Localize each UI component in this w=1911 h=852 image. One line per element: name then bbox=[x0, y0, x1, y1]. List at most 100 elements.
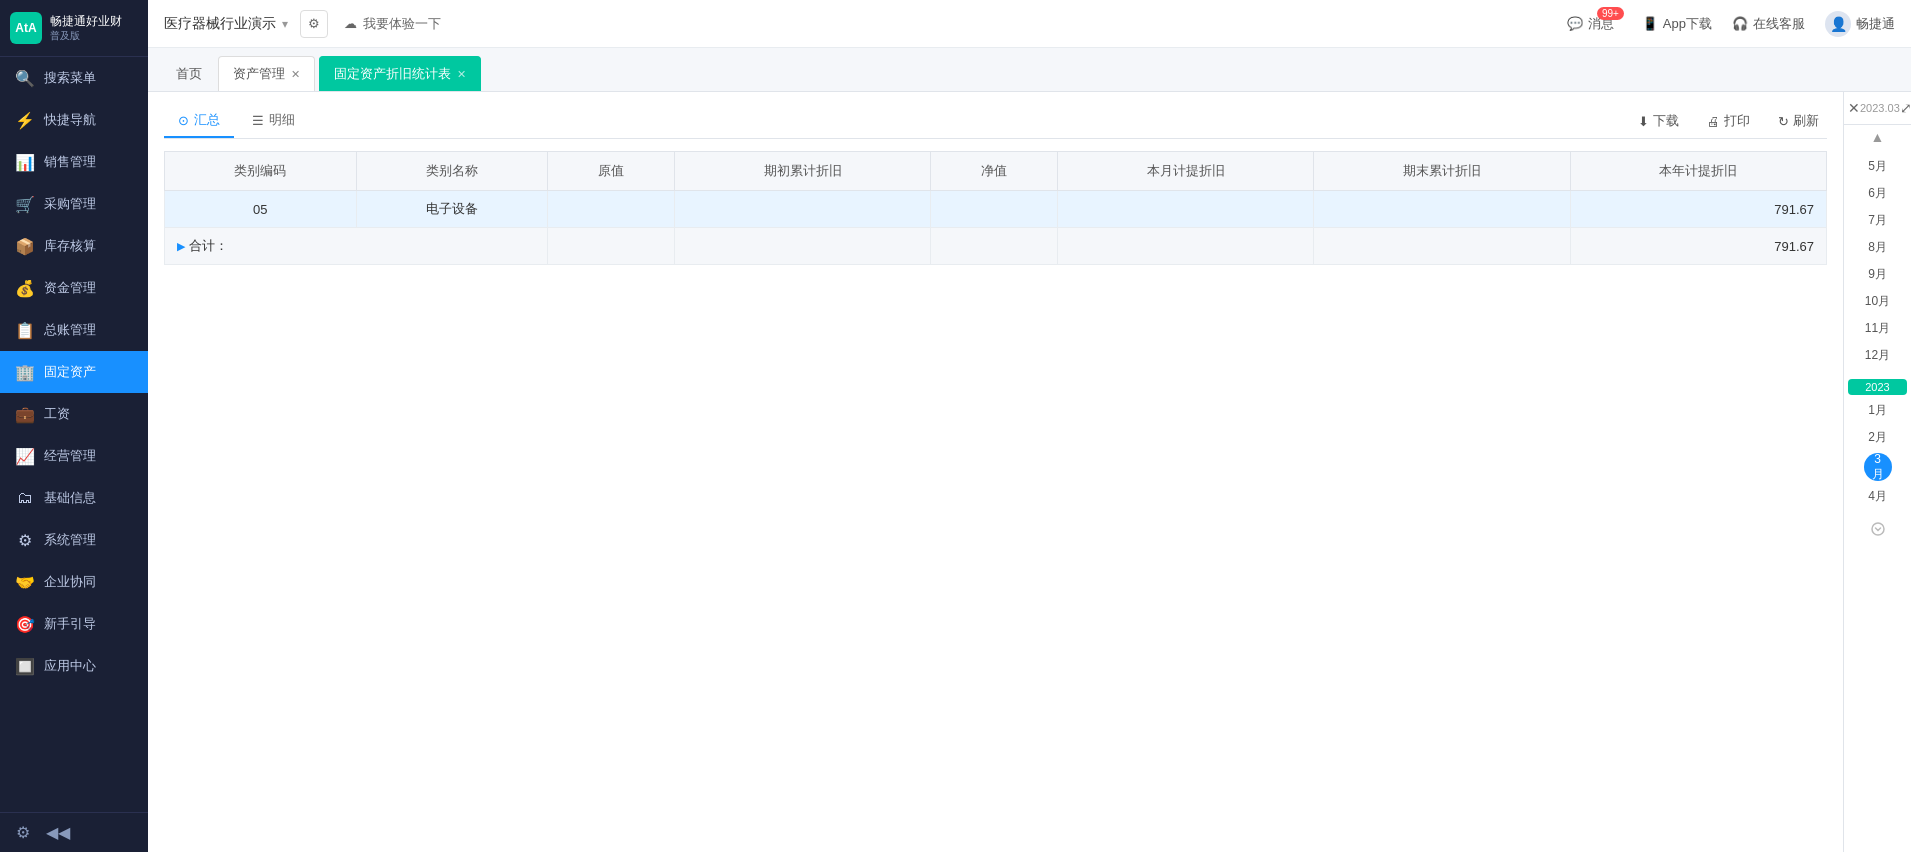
content-area: ⊙ 汇总 ☰ 明细 ⬇ 下载 🖨 打印 bbox=[148, 92, 1911, 852]
sidebar-item-purchase[interactable]: 🛒 采购管理 bbox=[0, 183, 148, 225]
sub-tabs-right: ⬇ 下载 🖨 打印 ↻ 刷新 bbox=[1630, 108, 1827, 134]
col-category-code: 类别编码 bbox=[165, 152, 357, 191]
panel-period-label: 2023.03 bbox=[1860, 102, 1900, 114]
table-total-row: ▶ 合计： 791.67 bbox=[165, 228, 1827, 265]
base-info-icon: 🗂 bbox=[16, 489, 34, 507]
tab-asset-mgmt[interactable]: 资产管理 ✕ bbox=[218, 56, 315, 91]
month-2023-2[interactable]: 2月 bbox=[1844, 424, 1911, 451]
sidebar-item-payroll[interactable]: 💼 工资 bbox=[0, 393, 148, 435]
month-2023-3[interactable]: 3月 bbox=[1864, 453, 1892, 481]
sub-tabs: ⊙ 汇总 ☰ 明细 ⬇ 下载 🖨 打印 bbox=[164, 104, 1827, 139]
year-2023-section: 2023 1月 2月 3月 4月 bbox=[1844, 373, 1911, 514]
panel-expand-icon[interactable]: ⤢ bbox=[1900, 100, 1911, 116]
col-category-name: 类别名称 bbox=[356, 152, 548, 191]
settings-button[interactable]: ⚙ bbox=[300, 10, 328, 38]
sub-tab-detail[interactable]: ☰ 明细 bbox=[238, 104, 309, 138]
sidebar-item-fixed-assets[interactable]: 🏢 固定资产 bbox=[0, 351, 148, 393]
company-selector[interactable]: 医疗器械行业演示 ▾ bbox=[164, 15, 288, 33]
sidebar-label-guide: 新手引导 bbox=[44, 615, 96, 633]
sidebar-label-operations: 经营管理 bbox=[44, 447, 96, 465]
experience-label: 我要体验一下 bbox=[363, 15, 441, 33]
month-5[interactable]: 5月 bbox=[1844, 153, 1911, 180]
logo-icon: AtA bbox=[10, 12, 42, 44]
panel-up-arrow[interactable]: ▲ bbox=[1844, 125, 1911, 149]
sidebar-item-search[interactable]: 🔍 搜索菜单 bbox=[0, 57, 148, 99]
sidebar-logo: AtA 畅捷通好业财 普及版 bbox=[0, 0, 148, 57]
sidebar-label-finance: 资金管理 bbox=[44, 279, 96, 297]
detail-icon: ☰ bbox=[252, 113, 264, 128]
col-net-value: 净值 bbox=[931, 152, 1058, 191]
guide-icon: 🎯 bbox=[16, 615, 34, 633]
depreciation-table: 类别编码 类别名称 原值 期初累计折旧 净值 本月计提折旧 期末累计折旧 本年计… bbox=[164, 151, 1827, 265]
tab-home[interactable]: 首页 bbox=[164, 57, 214, 91]
sidebar-item-ledger[interactable]: 📋 总账管理 bbox=[0, 309, 148, 351]
sales-icon: 📊 bbox=[16, 153, 34, 171]
cell-code: 05 bbox=[165, 191, 357, 228]
company-chevron-icon: ▾ bbox=[282, 17, 288, 31]
collapse-icon[interactable]: ◀◀ bbox=[46, 823, 70, 842]
month-9[interactable]: 9月 bbox=[1844, 261, 1911, 288]
col-beginning-acc-dep: 期初累计折旧 bbox=[675, 152, 931, 191]
sidebar-label-enterprise: 企业协同 bbox=[44, 573, 96, 591]
logo-app-name: 畅捷通好业财 bbox=[50, 14, 122, 30]
panel-close-icon[interactable]: ✕ bbox=[1848, 100, 1860, 116]
tab-depreciation-report[interactable]: 固定资产折旧统计表 ✕ bbox=[319, 56, 481, 91]
cell-beginning-acc-dep bbox=[675, 191, 931, 228]
sidebar-label-purchase: 采购管理 bbox=[44, 195, 96, 213]
refresh-button[interactable]: ↻ 刷新 bbox=[1770, 108, 1827, 134]
sidebar-label-apps: 应用中心 bbox=[44, 657, 96, 675]
settings-bottom-icon[interactable]: ⚙ bbox=[16, 823, 30, 842]
sidebar-label-ledger: 总账管理 bbox=[44, 321, 96, 339]
sidebar-label-search: 搜索菜单 bbox=[44, 69, 96, 87]
topbar: 医疗器械行业演示 ▾ ⚙ ☁ 我要体验一下 💬 消息 99+ 📱 App下载 🎧… bbox=[148, 0, 1911, 48]
payroll-icon: 💼 bbox=[16, 405, 34, 423]
total-net-value bbox=[931, 228, 1058, 265]
month-10[interactable]: 10月 bbox=[1844, 288, 1911, 315]
sidebar-item-quick-nav[interactable]: ⚡ 快捷导航 bbox=[0, 99, 148, 141]
sidebar-label-quick-nav: 快捷导航 bbox=[44, 111, 96, 129]
tab-asset-mgmt-close-icon[interactable]: ✕ bbox=[291, 68, 300, 81]
sub-tab-summary[interactable]: ⊙ 汇总 bbox=[164, 104, 234, 138]
tabs-bar: 首页 资产管理 ✕ 固定资产折旧统计表 ✕ bbox=[148, 48, 1911, 92]
month-11[interactable]: 11月 bbox=[1844, 315, 1911, 342]
experience-icon: ☁ bbox=[344, 16, 357, 31]
sidebar-item-system[interactable]: ⚙ 系统管理 bbox=[0, 519, 148, 561]
sidebar-item-apps[interactable]: 🔲 应用中心 bbox=[0, 645, 148, 687]
system-icon: ⚙ bbox=[16, 531, 34, 549]
user-profile[interactable]: 👤 畅捷通 bbox=[1825, 11, 1895, 37]
sidebar-item-inventory[interactable]: 📦 库存核算 bbox=[0, 225, 148, 267]
panel-down-arrow[interactable] bbox=[1844, 518, 1911, 543]
sidebar-item-base-info[interactable]: 🗂 基础信息 bbox=[0, 477, 148, 519]
month-2023-1[interactable]: 1月 bbox=[1844, 397, 1911, 424]
sidebar-item-guide[interactable]: 🎯 新手引导 bbox=[0, 603, 148, 645]
gear-icon: ⚙ bbox=[308, 16, 320, 31]
app-download-button[interactable]: 📱 App下载 bbox=[1642, 15, 1712, 33]
experience-button[interactable]: ☁ 我要体验一下 bbox=[344, 15, 441, 33]
sidebar-item-operations[interactable]: 📈 经营管理 bbox=[0, 435, 148, 477]
download-button[interactable]: ⬇ 下载 bbox=[1630, 108, 1687, 134]
month-2023-4[interactable]: 4月 bbox=[1844, 483, 1911, 510]
month-6[interactable]: 6月 bbox=[1844, 180, 1911, 207]
customer-service-button[interactable]: 🎧 在线客服 bbox=[1732, 15, 1805, 33]
user-name: 畅捷通 bbox=[1856, 15, 1895, 33]
message-badge: 99+ bbox=[1597, 7, 1624, 20]
sidebar-label-payroll: 工资 bbox=[44, 405, 70, 423]
total-original bbox=[548, 228, 675, 265]
sidebar: AtA 畅捷通好业财 普及版 🔍 搜索菜单 ⚡ 快捷导航 📊 销售管理 🛒 采购… bbox=[0, 0, 148, 852]
col-monthly-dep: 本月计提折旧 bbox=[1058, 152, 1314, 191]
service-icon: 🎧 bbox=[1732, 16, 1748, 31]
tab-depreciation-close-icon[interactable]: ✕ bbox=[457, 68, 466, 81]
fold-icon[interactable]: ▶ bbox=[177, 240, 185, 253]
cell-ending-acc-dep bbox=[1314, 191, 1570, 228]
print-button[interactable]: 🖨 打印 bbox=[1699, 108, 1758, 134]
month-7[interactable]: 7月 bbox=[1844, 207, 1911, 234]
col-original-value: 原值 bbox=[548, 152, 675, 191]
sidebar-item-finance[interactable]: 💰 资金管理 bbox=[0, 267, 148, 309]
sidebar-item-enterprise[interactable]: 🤝 企业协同 bbox=[0, 561, 148, 603]
col-yearly-dep: 本年计提折旧 bbox=[1570, 152, 1826, 191]
sidebar-item-sales[interactable]: 📊 销售管理 bbox=[0, 141, 148, 183]
sidebar-bottom: ⚙ ◀◀ bbox=[0, 812, 148, 852]
message-button[interactable]: 💬 消息 99+ bbox=[1567, 15, 1614, 33]
month-8[interactable]: 8月 bbox=[1844, 234, 1911, 261]
month-12[interactable]: 12月 bbox=[1844, 342, 1911, 369]
